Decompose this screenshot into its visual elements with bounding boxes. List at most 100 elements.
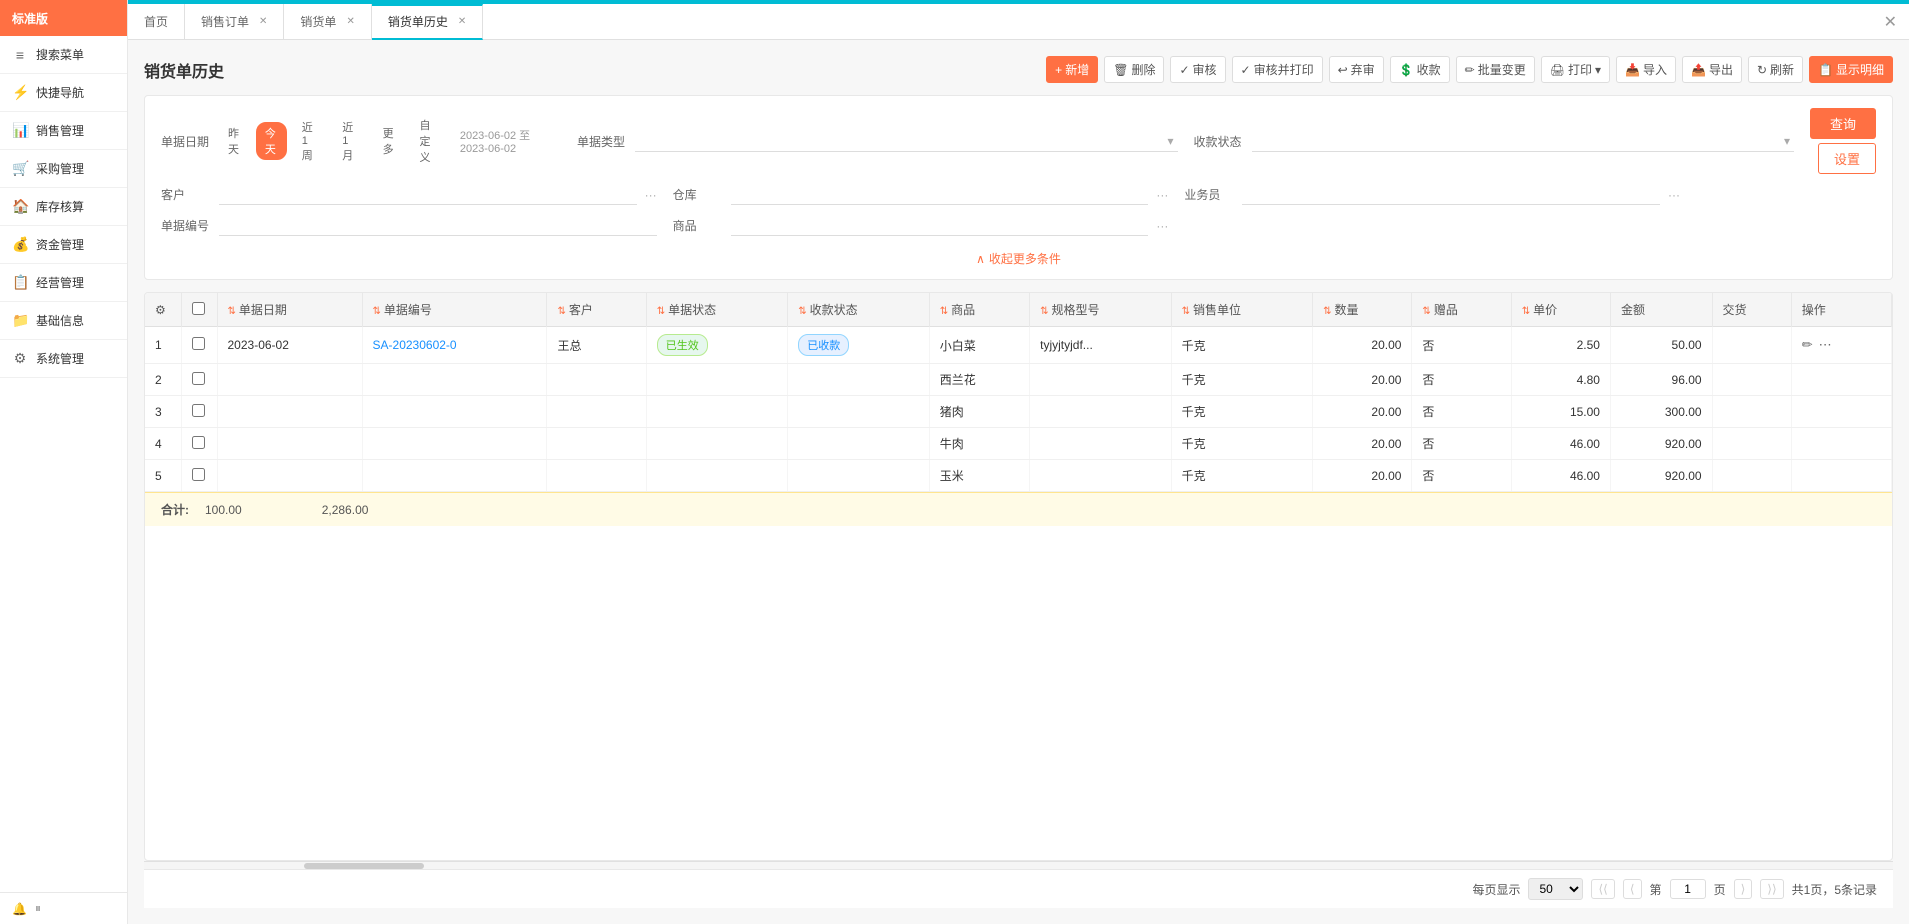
warehouse-input[interactable] (731, 184, 1149, 205)
sidebar-item-search-menu[interactable]: ≡ 搜索菜单 (0, 36, 127, 74)
customer-input[interactable] (219, 184, 637, 205)
customer-dots[interactable]: ··· (645, 188, 657, 202)
doc-type-label: 单据类型 (577, 133, 627, 150)
tab-sales-history[interactable]: 销货单历史 ✕ (372, 4, 483, 40)
delete-button[interactable]: 🗑 删除 (1104, 56, 1164, 83)
next-page-button[interactable]: ⟩ (1734, 879, 1753, 899)
show-detail-button[interactable]: 📋 显示明细 (1809, 56, 1893, 83)
row-checkbox[interactable] (192, 468, 205, 481)
query-settings-area: 查询 设置 (1810, 108, 1876, 174)
chip-last1m[interactable]: 近1月 (333, 116, 367, 166)
row-checkbox[interactable] (192, 337, 205, 350)
sidebar-item-ops-mgmt[interactable]: 📋 经营管理 (0, 264, 127, 302)
sales-mgmt-icon: 📊 (12, 122, 28, 139)
col-quantity[interactable]: ⇅数量 (1313, 293, 1412, 327)
col-spec-type[interactable]: ⇅规格型号 (1030, 293, 1172, 327)
pause-icon[interactable]: ⏸ (35, 901, 41, 916)
collect-button[interactable]: 💲 收款 (1390, 56, 1450, 83)
row-checkbox[interactable] (192, 436, 205, 449)
warehouse-dots[interactable]: ··· (1156, 188, 1168, 202)
new-button[interactable]: + 新增 (1046, 56, 1098, 83)
collect-status-input[interactable]: ▾ (1252, 131, 1795, 152)
page-number-input[interactable] (1670, 879, 1706, 899)
col-goods[interactable]: ⇅商品 (929, 293, 1029, 327)
chip-yesterday[interactable]: 昨天 (219, 122, 250, 160)
tab-sales-goods[interactable]: 销货单 ✕ (284, 4, 371, 40)
sidebar: 标准版 ≡ 搜索菜单 ⚡ 快捷导航 📊 销售管理 🛒 采购管理 🏠 库存核算 💰… (0, 0, 128, 924)
per-page-select[interactable]: 50 100 200 (1528, 878, 1583, 900)
date-chips-row: 昨天 今天 近1周 近1月 更多 自定义 (219, 114, 448, 168)
tab-home[interactable]: 首页 (128, 4, 185, 40)
select-all-checkbox[interactable] (192, 302, 205, 315)
pagination: 每页显示 50 100 200 ⟨⟨ ⟨ 第 页 ⟩ ⟩⟩ 共1页，5条记录 (144, 869, 1893, 908)
sidebar-bottom: 🔔 ⏸ (0, 892, 127, 924)
audit-button[interactable]: ✓ 审核 (1170, 56, 1225, 83)
filter-goods: 商品 ··· (673, 215, 1169, 236)
col-checkbox (181, 293, 217, 327)
settings-button[interactable]: 设置 (1818, 143, 1876, 174)
collapse-button[interactable]: ∧ 收起更多条件 (976, 250, 1061, 267)
audit-print-button[interactable]: ✓ 审核并打印 (1232, 56, 1323, 83)
more-icon[interactable]: ⋯ (1819, 337, 1832, 352)
chip-today[interactable]: 今天 (256, 122, 287, 160)
last-page-button[interactable]: ⟩⟩ (1760, 879, 1783, 899)
sidebar-item-purchase-mgmt[interactable]: 🛒 采购管理 (0, 150, 127, 188)
chip-custom[interactable]: 自定义 (411, 114, 448, 168)
export-button[interactable]: 📤 导出 (1682, 56, 1742, 83)
chip-more[interactable]: 更多 (374, 122, 405, 160)
audit-print-label: 审核并打印 (1254, 61, 1314, 78)
query-button[interactable]: 查询 (1810, 108, 1876, 139)
tab-sales-history-close[interactable]: ✕ (458, 16, 466, 27)
col-gift[interactable]: ⇅赠品 (1412, 293, 1511, 327)
row-checkbox[interactable] (192, 404, 205, 417)
col-doc-no[interactable]: ⇅单据编号 (362, 293, 547, 327)
edit-icon[interactable]: ✏ (1802, 337, 1813, 352)
goods-input[interactable] (731, 215, 1149, 236)
sidebar-item-finance-mgmt[interactable]: 💰 资金管理 (0, 226, 127, 264)
col-doc-date[interactable]: ⇅单据日期 (217, 293, 362, 327)
batch-change-button[interactable]: ✏ 批量变更 (1456, 56, 1535, 83)
audit-label: 审核 (1193, 61, 1217, 78)
tab-sales-order[interactable]: 销售订单 ✕ (185, 4, 284, 40)
chip-last7[interactable]: 近1周 (293, 116, 327, 166)
salesperson-input[interactable] (1242, 184, 1660, 205)
prev-page-button[interactable]: ⟨ (1623, 879, 1642, 899)
goods-dots[interactable]: ··· (1156, 219, 1168, 233)
col-customer[interactable]: ⇅客户 (547, 293, 646, 327)
col-doc-status[interactable]: ⇅单据状态 (646, 293, 788, 327)
salesperson-label: 业务员 (1184, 186, 1234, 203)
sidebar-item-inventory[interactable]: 🏠 库存核算 (0, 188, 127, 226)
import-icon: 📥 (1625, 63, 1640, 77)
salesperson-dots[interactable]: ··· (1668, 188, 1680, 202)
sidebar-item-label: 经营管理 (36, 274, 84, 291)
close-all-tabs[interactable]: ✕ (1872, 12, 1909, 32)
sidebar-item-basic-info[interactable]: 📁 基础信息 (0, 302, 127, 340)
sidebar-item-sales-mgmt[interactable]: 📊 销售管理 (0, 112, 127, 150)
table-footer: 合计: 100.00 2,286.00 (145, 492, 1892, 526)
doc-no-input[interactable] (219, 215, 657, 236)
print-button[interactable]: 🖨 打印 ▾ (1541, 56, 1610, 83)
print-label: 打印 (1568, 61, 1592, 78)
sidebar-item-quick-nav[interactable]: ⚡ 快捷导航 (0, 74, 127, 112)
table-scrollbar[interactable] (144, 861, 1893, 869)
col-settings[interactable]: ⚙ (145, 293, 181, 327)
abandon-label: 弃审 (1351, 61, 1375, 78)
row-checkbox[interactable] (192, 372, 205, 385)
refresh-label: 刷新 (1770, 61, 1794, 78)
col-unit-price[interactable]: ⇅单价 (1511, 293, 1610, 327)
import-button[interactable]: 📥 导入 (1616, 56, 1676, 83)
tab-sales-goods-close[interactable]: ✕ (346, 16, 354, 27)
abandon-button[interactable]: ↩ 弃审 (1329, 56, 1384, 83)
scrollbar-thumb[interactable] (304, 863, 424, 869)
doc-type-input[interactable]: ▾ (635, 131, 1178, 152)
notification-icon[interactable]: 🔔 (12, 902, 27, 916)
tab-sales-order-close[interactable]: ✕ (259, 16, 267, 27)
show-detail-label: 显示明细 (1836, 61, 1884, 78)
col-sales-unit[interactable]: ⇅销售单位 (1171, 293, 1313, 327)
first-page-button[interactable]: ⟨⟨ (1591, 879, 1614, 899)
col-collect-status[interactable]: ⇅收款状态 (788, 293, 930, 327)
refresh-button[interactable]: ↻ 刷新 (1748, 56, 1803, 83)
doc-no-link[interactable]: SA-20230602-0 (373, 338, 457, 352)
sidebar-header: 标准版 (0, 0, 127, 36)
sidebar-item-sys-mgmt[interactable]: ⚙ 系统管理 (0, 340, 127, 378)
